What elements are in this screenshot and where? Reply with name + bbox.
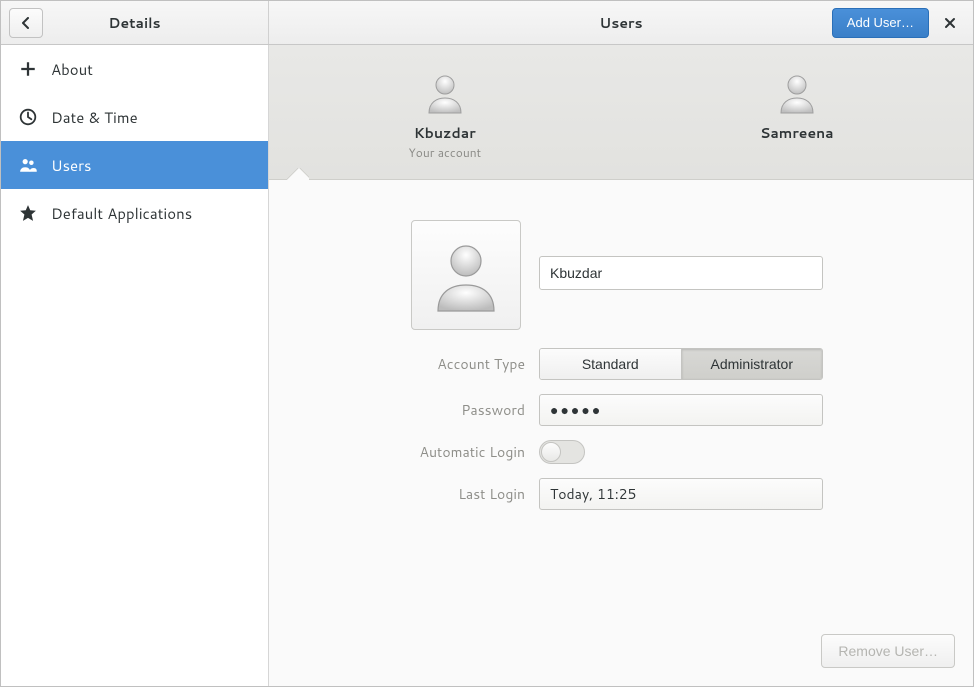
sidebar-item-label: About — [51, 59, 93, 80]
user-selector-strip: Kbuzdar Your account Samreena — [269, 45, 973, 180]
account-type-standard[interactable]: Standard — [540, 349, 681, 379]
user-name: Samreena — [760, 123, 834, 143]
sidebar-item-users[interactable]: Users — [1, 141, 268, 189]
user-subtitle: Your account — [408, 144, 481, 161]
close-button[interactable] — [935, 8, 965, 38]
password-field[interactable]: ●●●●● — [539, 394, 823, 426]
avatar-picker[interactable] — [411, 220, 521, 330]
user-name: Kbuzdar — [414, 123, 476, 143]
headerbar-right: Users Add User… — [269, 1, 973, 44]
chevron-left-icon — [20, 17, 32, 29]
last-login-value[interactable]: Today, 11:25 — [539, 478, 823, 510]
user-card-samreena[interactable]: Samreena — [760, 69, 834, 144]
user-details-form: Account Type Standard Administrator Pass… — [269, 180, 973, 686]
sidebar-item-datetime[interactable]: Date & Time — [1, 93, 268, 141]
sidebar-item-label: Users — [51, 155, 91, 176]
star-icon — [19, 204, 37, 222]
password-mask: ●●●●● — [550, 400, 602, 420]
user-card-kbuzdar[interactable]: Kbuzdar Your account — [408, 69, 481, 161]
add-user-button[interactable]: Add User… — [832, 8, 929, 38]
full-name-input[interactable] — [539, 256, 823, 290]
close-icon — [944, 17, 956, 29]
password-label: Password — [349, 400, 539, 420]
automatic-login-switch[interactable] — [539, 440, 585, 464]
remove-user-button[interactable]: Remove User… — [821, 634, 955, 668]
avatar-icon — [421, 69, 469, 117]
clock-icon — [19, 108, 37, 126]
account-type-administrator[interactable]: Administrator — [681, 349, 823, 379]
last-login-text: Today, 11:25 — [550, 484, 636, 504]
sidebar-item-default-apps[interactable]: Default Applications — [1, 189, 268, 237]
switch-knob — [541, 442, 561, 462]
automatic-login-label: Automatic Login — [349, 442, 539, 462]
headerbar: Details Users Add User… — [1, 1, 973, 45]
headerbar-left: Details — [1, 1, 269, 44]
account-type-label: Account Type — [349, 354, 539, 374]
sidebar: About Date & Time Users Default Applicat… — [1, 45, 269, 686]
sidebar-item-label: Date & Time — [51, 107, 138, 128]
account-type-segmented: Standard Administrator — [539, 348, 823, 380]
sidebar-item-about[interactable]: About — [1, 45, 268, 93]
sidebar-item-label: Default Applications — [51, 203, 192, 224]
last-login-label: Last Login — [349, 484, 539, 504]
avatar-icon — [773, 69, 821, 117]
selection-notch — [287, 168, 309, 180]
back-button[interactable] — [9, 8, 43, 38]
content-pane: Kbuzdar Your account Samreena — [269, 45, 973, 686]
avatar-icon — [426, 235, 506, 315]
plus-icon — [19, 60, 37, 78]
users-icon — [19, 156, 37, 174]
